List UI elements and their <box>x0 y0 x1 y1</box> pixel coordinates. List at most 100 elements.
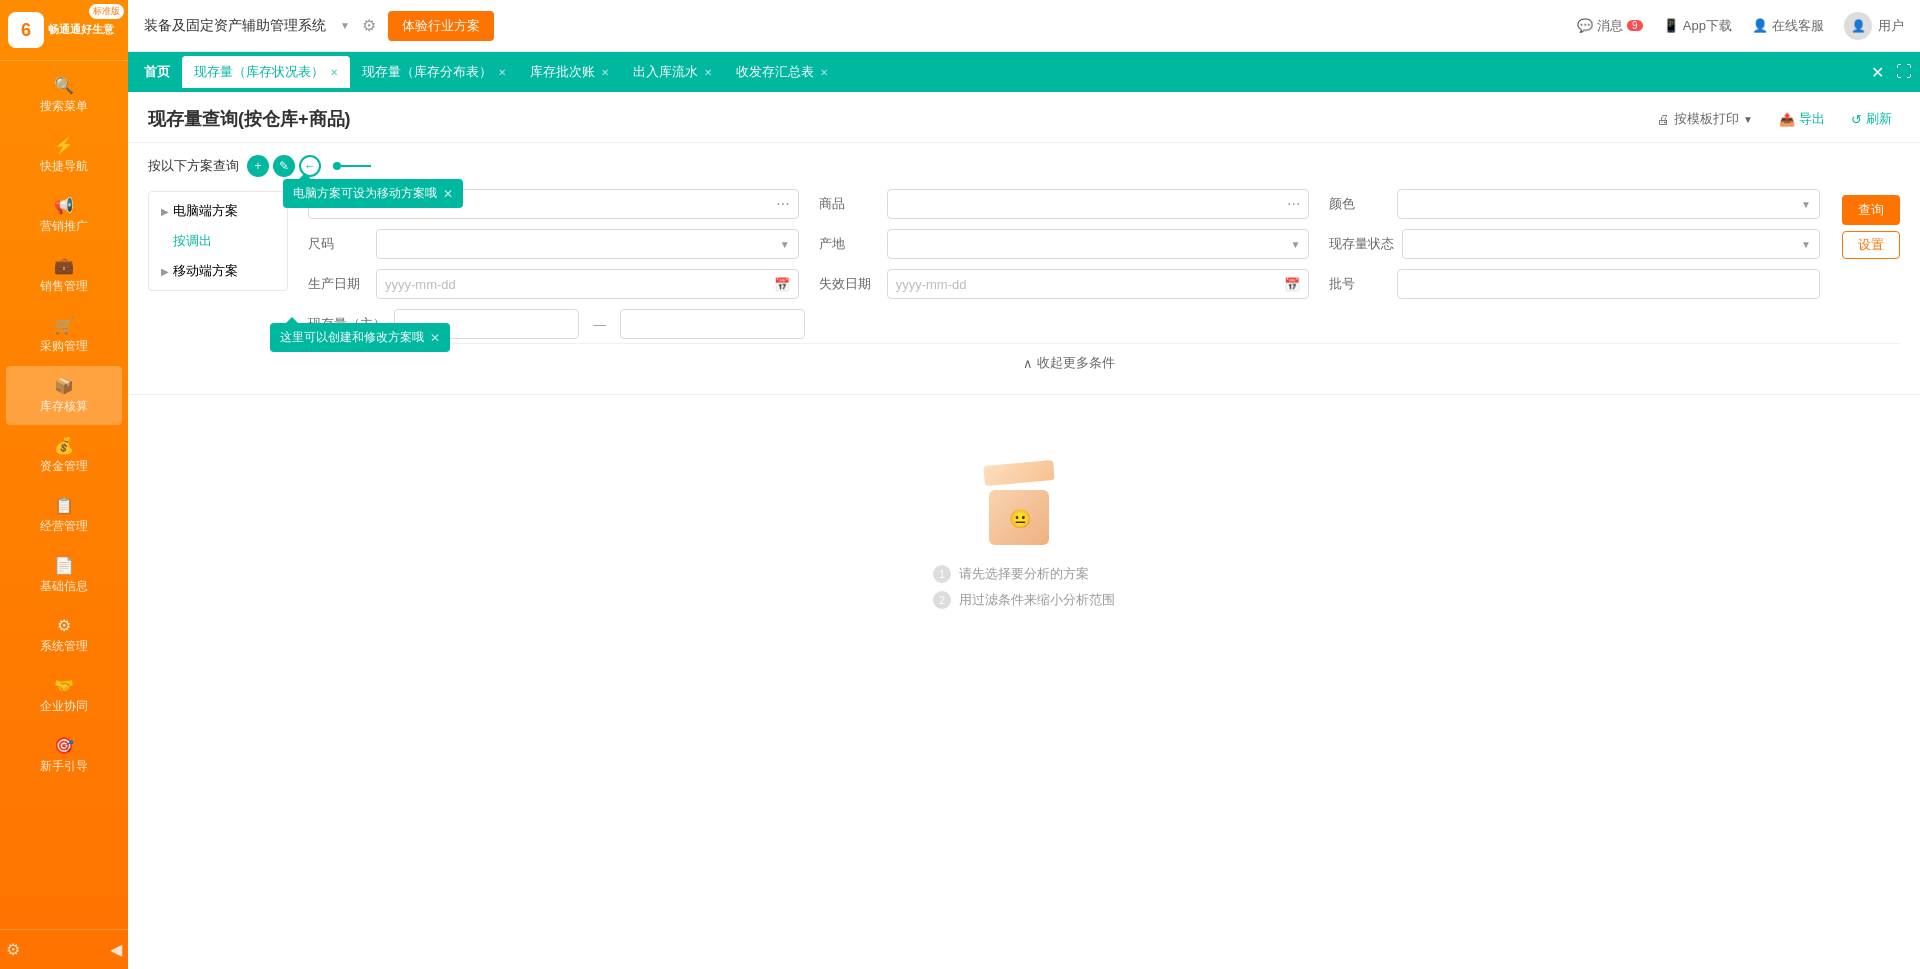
sidebar-nav: 🔍 搜索菜单 ⚡ 快捷导航 📢 营销推广 💼 销售管理 🛒 采购管理 📦 库存核… <box>0 61 128 929</box>
tab-in-out-flow[interactable]: 出入库流水 ✕ <box>621 56 724 88</box>
user-item[interactable]: 👤 用户 <box>1844 12 1904 40</box>
refresh-btn[interactable]: ↺ 刷新 <box>1843 106 1900 132</box>
app-icon: 📱 <box>1663 18 1679 33</box>
tab-close-collect-summary[interactable]: ✕ <box>820 67 828 78</box>
sidebar-item-sales[interactable]: 💼 销售管理 <box>6 246 122 305</box>
scheme-sub-item[interactable]: 按调出 <box>161 226 287 256</box>
filter-batch: 批号 <box>1329 269 1820 299</box>
page-header: 现存量查询(按仓库+商品) 🖨 按模板打印 ▼ 📤 导出 ↺ 刷新 <box>128 92 1920 143</box>
edit-scheme-btn[interactable]: ✎ <box>273 155 295 177</box>
sidebar-item-inventory[interactable]: 📦 库存核算 <box>6 366 122 425</box>
export-btn[interactable]: 📤 导出 <box>1771 106 1833 132</box>
service-item[interactable]: 👤 在线客服 <box>1752 17 1824 35</box>
empty-box-lid <box>983 460 1054 486</box>
system-dropdown-arrow: ▼ <box>340 20 350 31</box>
tab-inventory-status[interactable]: 现存量（库存状况表） ✕ <box>182 56 350 88</box>
sidebar-item-quick-nav[interactable]: ⚡ 快捷导航 <box>6 126 122 185</box>
main-area: 装备及固定资产辅助管理系统 ▼ ⚙ 体验行业方案 💬 消息 9 📱 App下载 … <box>128 0 1920 969</box>
origin-input[interactable]: ▼ <box>887 229 1310 259</box>
tab-batch-account[interactable]: 库存批次账 ✕ <box>518 56 621 88</box>
step2-num: 2 <box>933 591 951 609</box>
filter-row-4: 现存量（主） — <box>308 309 1900 339</box>
topbar-settings-icon[interactable]: ⚙ <box>362 16 376 35</box>
sidebar-item-purchase[interactable]: 🛒 采购管理 <box>6 306 122 365</box>
sidebar-item-marketing[interactable]: 📢 营销推广 <box>6 186 122 245</box>
scheme-popup-close[interactable]: ✕ <box>443 187 453 201</box>
filter-expire-date: 失效日期 yyyy-mm-dd 📅 <box>819 269 1310 299</box>
filter-color: 颜色 ▼ <box>1329 189 1820 219</box>
scheme-popup2-close[interactable]: ✕ <box>430 331 440 345</box>
scheme-popup: 电脑方案可设为移动方案哦 ✕ <box>283 179 463 208</box>
logo-icon: 6 <box>8 12 44 48</box>
scheme-item-mobile[interactable]: ▶ 移动端方案 <box>149 256 287 286</box>
tab-close-inventory-status[interactable]: ✕ <box>330 67 338 78</box>
filter-origin: 产地 ▼ <box>819 229 1310 259</box>
goods-label: 商品 <box>819 195 879 213</box>
add-scheme-btn[interactable]: + <box>247 155 269 177</box>
stock-status-input[interactable]: ▼ <box>1402 229 1820 259</box>
empty-state: 😐 1 请先选择要分析的方案 2 用过滤条件来缩小分析范围 <box>128 395 1920 649</box>
empty-step-1: 1 请先选择要分析的方案 <box>933 565 1115 583</box>
filter-label: 按以下方案查询 <box>148 157 239 175</box>
tab-close-all[interactable]: ✕ <box>1867 59 1888 86</box>
settings-icon[interactable]: ⚙ <box>6 940 20 959</box>
filter-area: 按以下方案查询 + ✎ ← 电脑方案可设为移动方案哦 ✕ <box>128 143 1920 394</box>
collapse-row[interactable]: ∧ 收起更多条件 <box>308 343 1900 382</box>
expire-date-input[interactable]: yyyy-mm-dd 📅 <box>887 269 1310 299</box>
tab-collect-summary[interactable]: 收发存汇总表 ✕ <box>724 56 840 88</box>
color-arrow: ▼ <box>1801 199 1811 210</box>
scheme-list: ▶ 电脑端方案 按调出 ▶ 移动端方案 <box>148 191 288 291</box>
tab-inventory-dist[interactable]: 现存量（库存分布表） ✕ <box>350 56 518 88</box>
set-btn[interactable]: 设置 <box>1842 231 1900 259</box>
color-input[interactable]: ▼ <box>1397 189 1820 219</box>
tab-close-batch-account[interactable]: ✕ <box>601 67 609 78</box>
goods-input[interactable]: ··· <box>887 189 1310 219</box>
goods-dots: ··· <box>1287 195 1300 213</box>
produce-date-input[interactable]: yyyy-mm-dd 📅 <box>376 269 799 299</box>
batch-input[interactable] <box>1397 269 1820 299</box>
mobile-arrow: ▶ <box>161 266 169 277</box>
empty-face-icon: 😐 <box>1001 505 1039 533</box>
right-buttons: 查询 设置 <box>1842 195 1900 259</box>
sidebar-item-enterprise[interactable]: 🤝 企业协同 <box>6 666 122 725</box>
stock-status-label: 现存量状态 <box>1329 235 1394 253</box>
topbar: 装备及固定资产辅助管理系统 ▼ ⚙ 体验行业方案 💬 消息 9 📱 App下载 … <box>128 0 1920 52</box>
color-label: 颜色 <box>1329 195 1389 213</box>
tabbar-actions: ✕ ⛶ <box>1867 59 1916 86</box>
avatar: 👤 <box>1844 12 1872 40</box>
print-template-btn[interactable]: 🖨 按模板打印 ▼ <box>1649 106 1761 132</box>
tab-home[interactable]: 首页 <box>132 56 182 88</box>
tab-maximize[interactable]: ⛶ <box>1892 59 1916 85</box>
marketing-icon: 📢 <box>54 196 74 215</box>
stock-main-input-to[interactable] <box>620 309 805 339</box>
finance-icon: 💰 <box>54 436 74 455</box>
batch-label: 批号 <box>1329 275 1389 293</box>
sidebar-item-finance[interactable]: 💰 资金管理 <box>6 426 122 485</box>
size-input[interactable]: ▼ <box>376 229 799 259</box>
sidebar-item-system[interactable]: ⚙ 系统管理 <box>6 606 122 665</box>
sidebar: 6 畅通通好生意 标准版 🔍 搜索菜单 ⚡ 快捷导航 📢 营销推广 💼 销售管理… <box>0 0 128 969</box>
collapse-icon: ∧ <box>1023 356 1033 371</box>
scheme-item-pc[interactable]: ▶ 电脑端方案 <box>149 196 287 226</box>
produce-date-label: 生产日期 <box>308 275 368 293</box>
sidebar-item-basic-info[interactable]: 📄 基础信息 <box>6 546 122 605</box>
collapse-sidebar-icon[interactable]: ◀ <box>110 940 122 959</box>
filter-produce-date: 生产日期 yyyy-mm-dd 📅 <box>308 269 799 299</box>
filter-row-2: 尺码 ▼ 产地 ▼ 现存量状态 <box>308 229 1900 259</box>
refresh-icon: ↺ <box>1851 112 1862 127</box>
industry-btn[interactable]: 体验行业方案 <box>388 11 494 41</box>
expire-date-placeholder: yyyy-mm-dd <box>896 277 967 292</box>
stock-status-arrow: ▼ <box>1801 239 1811 250</box>
sidebar-item-guide[interactable]: 🎯 新手引导 <box>6 726 122 785</box>
produce-date-calendar-icon[interactable]: 📅 <box>774 277 790 292</box>
tab-close-in-out-flow[interactable]: ✕ <box>704 67 712 78</box>
search-btn[interactable]: 查询 <box>1842 195 1900 225</box>
tab-close-inventory-dist[interactable]: ✕ <box>498 67 506 78</box>
message-item[interactable]: 💬 消息 9 <box>1577 17 1643 35</box>
app-download-item[interactable]: 📱 App下载 <box>1663 17 1732 35</box>
sidebar-item-operations[interactable]: 📋 经营管理 <box>6 486 122 545</box>
expire-date-calendar-icon[interactable]: 📅 <box>1284 277 1300 292</box>
purchase-icon: 🛒 <box>54 316 74 335</box>
sidebar-item-search-menu[interactable]: 🔍 搜索菜单 <box>6 66 122 125</box>
connector <box>333 162 371 170</box>
